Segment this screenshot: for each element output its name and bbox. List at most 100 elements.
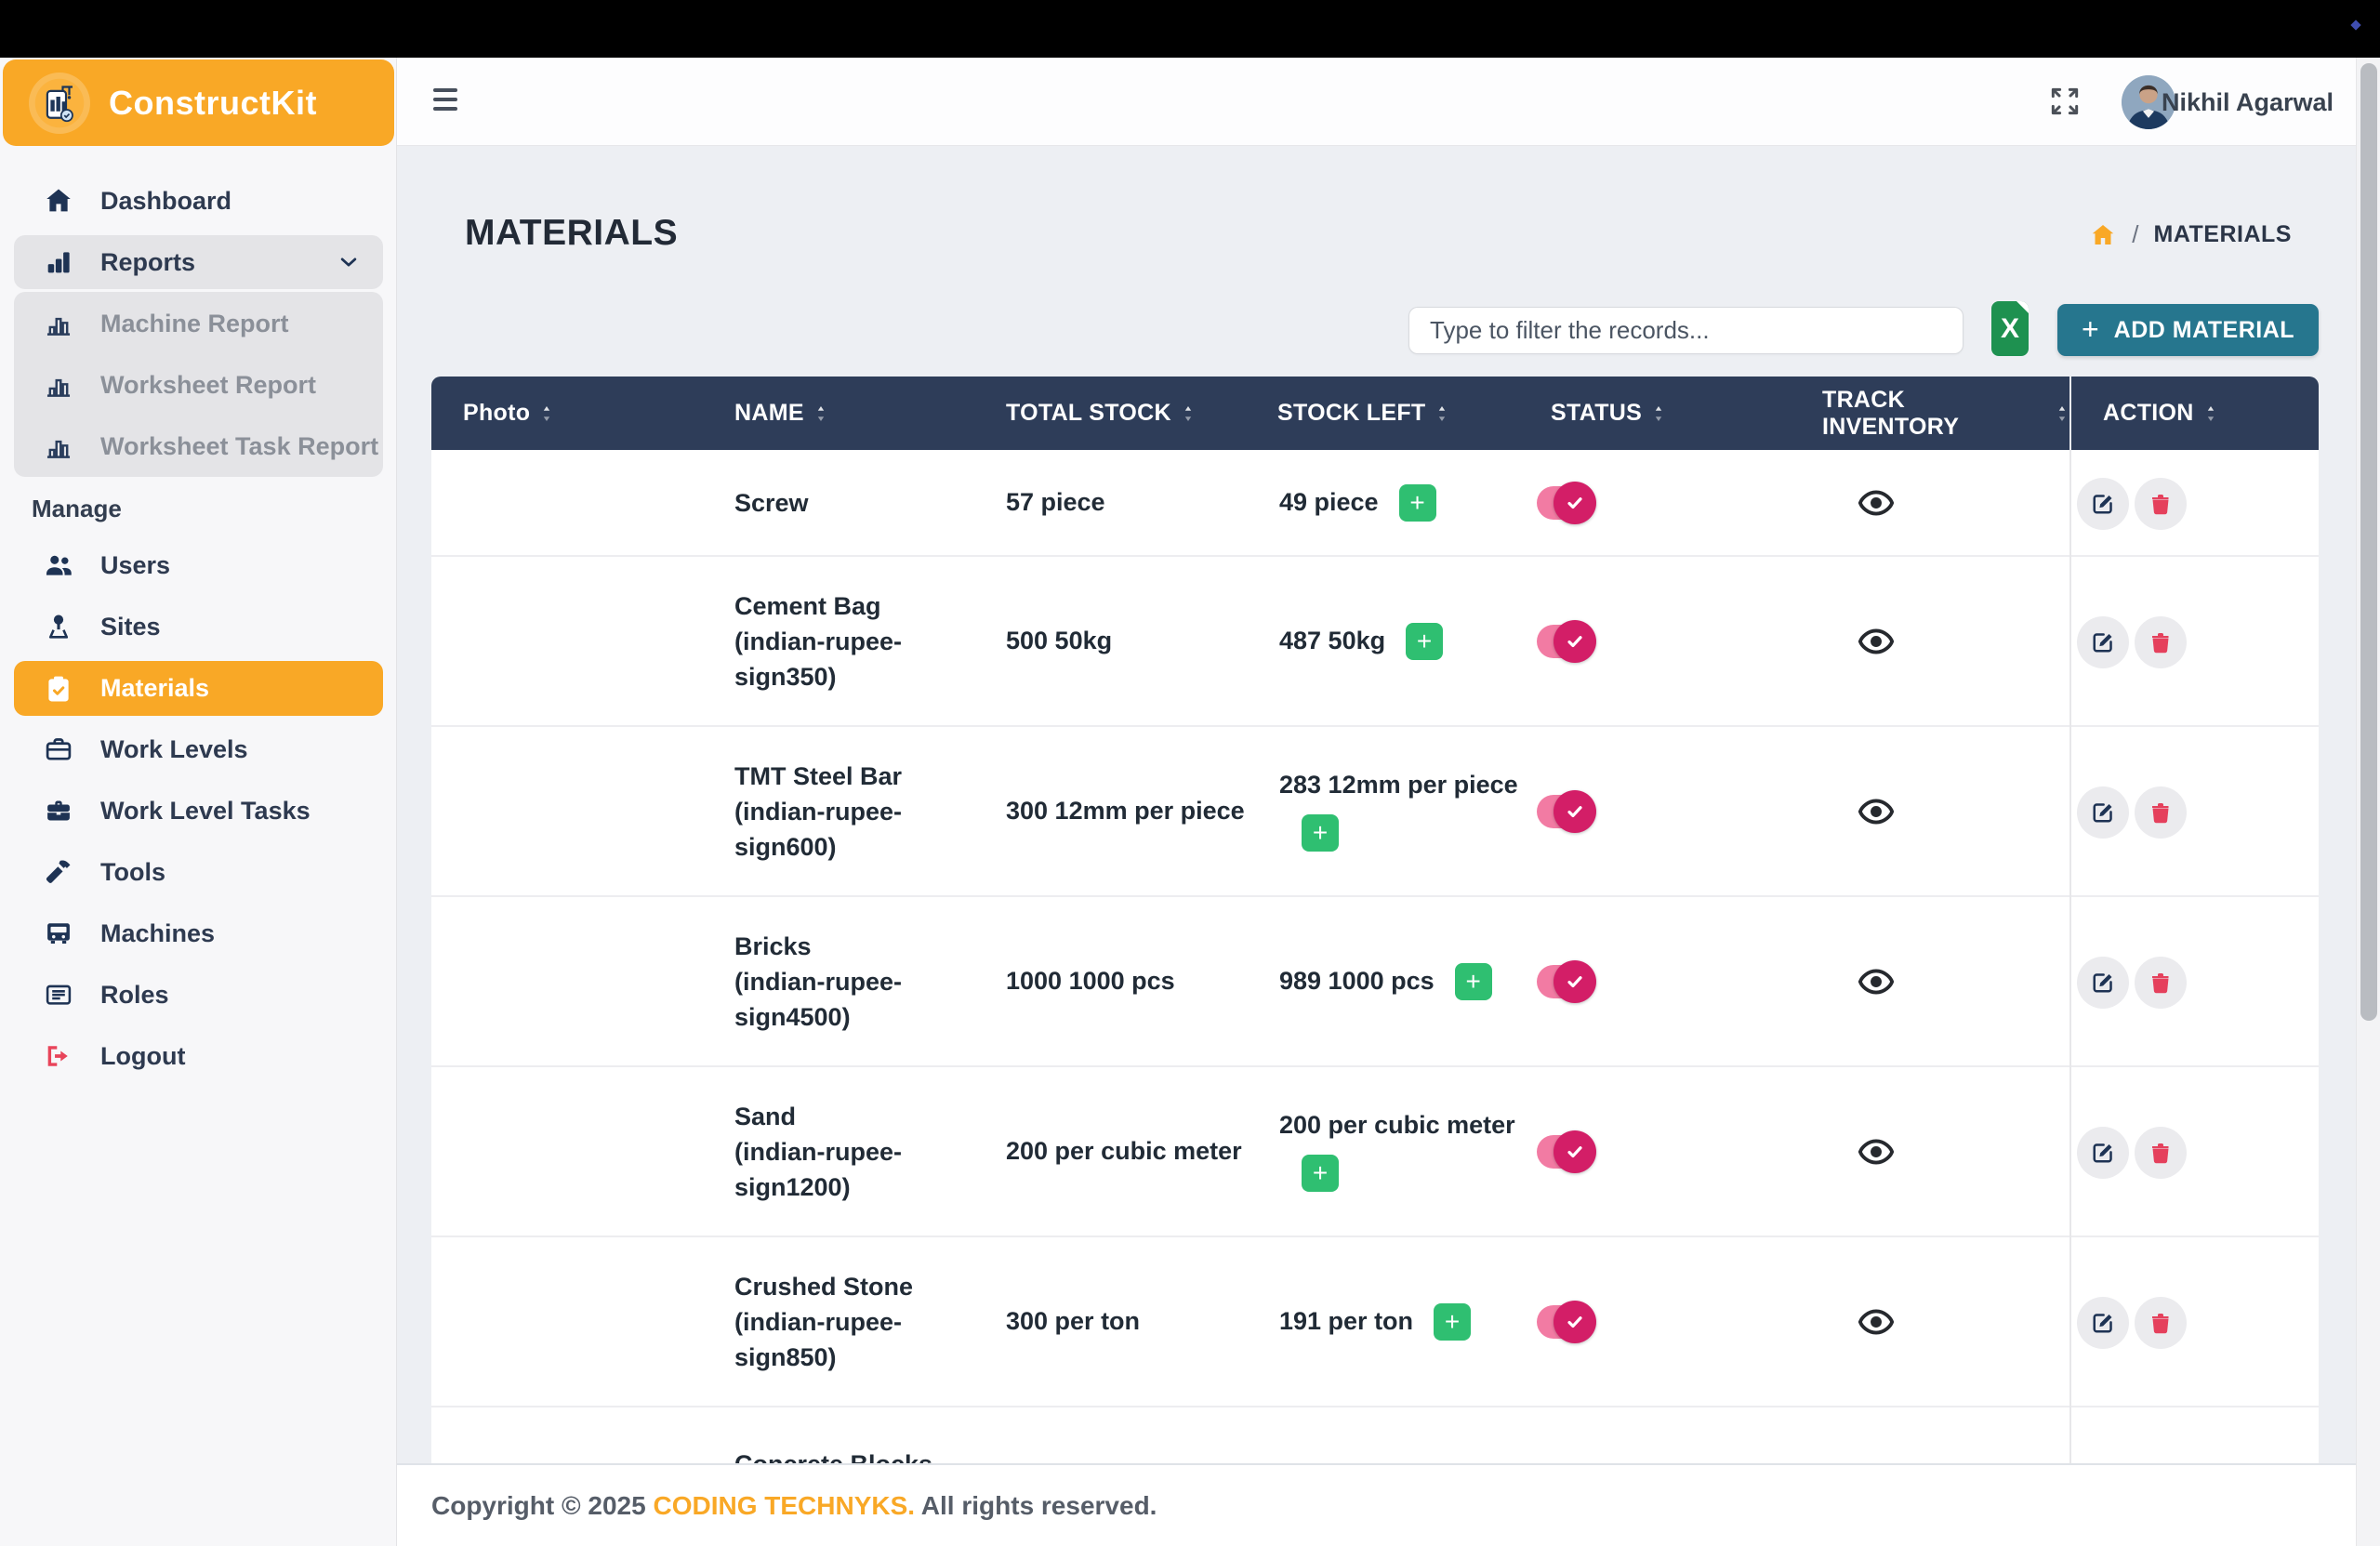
total-stock: 500 50kg	[1006, 627, 1113, 654]
table-row: Bricks (indian-rupee-sign4500) 1000 1000 p…	[431, 897, 2319, 1067]
increase-stock-button[interactable]: +	[1302, 814, 1339, 852]
filter-input[interactable]	[1408, 307, 1964, 354]
eye-icon[interactable]	[1857, 483, 1896, 522]
sort-icon	[539, 402, 554, 426]
column-header-name[interactable]: NAME	[703, 377, 974, 450]
list-icon	[43, 979, 74, 1011]
logout-icon	[43, 1040, 74, 1072]
increase-stock-button[interactable]: +	[1302, 1155, 1339, 1192]
eye-icon[interactable]	[1857, 622, 1896, 661]
home-icon[interactable]	[2089, 221, 2117, 249]
sidebar-section-label: Manage	[32, 494, 122, 522]
status-toggle[interactable]	[1537, 1130, 1596, 1173]
status-cell	[1537, 557, 1596, 725]
edit-button[interactable]	[2077, 1126, 2129, 1179]
column-header-label: ACTION	[2103, 400, 2194, 426]
stock-left: 487 50kg +	[1279, 557, 1444, 725]
expand-icon[interactable]	[2047, 84, 2084, 121]
status-toggle[interactable]	[1537, 959, 1596, 1003]
sidebar-item-roles[interactable]: Roles	[0, 964, 397, 1025]
sidebar-item-label: Users	[100, 550, 171, 579]
briefcase-filled-icon	[43, 795, 74, 826]
sidebar-item-machines[interactable]: Machines	[0, 903, 397, 964]
status-toggle[interactable]	[1537, 481, 1596, 524]
status-toggle[interactable]	[1537, 619, 1596, 663]
delete-button[interactable]	[2135, 1126, 2187, 1179]
sidebar-item-label: Worksheet Task Report	[100, 431, 379, 460]
delete-button[interactable]	[2135, 1296, 2187, 1349]
hamburger-icon[interactable]	[433, 88, 470, 114]
delete-button[interactable]	[2135, 956, 2187, 1009]
user-name[interactable]: Nikhil Agarwal	[2162, 88, 2334, 117]
increase-stock-button[interactable]: +	[1406, 622, 1444, 660]
sidebar-item-work-levels[interactable]: Work Levels	[0, 719, 397, 780]
delete-button[interactable]	[2135, 477, 2187, 530]
column-header-total-stock[interactable]: TOTAL STOCK	[974, 377, 1246, 450]
sort-icon	[1181, 402, 1196, 426]
app-logo[interactable]: ConstructKit	[3, 59, 394, 146]
export-excel-button[interactable]: X	[1991, 301, 2029, 356]
truck-icon	[43, 918, 74, 949]
sidebar-item-work-level-tasks[interactable]: Work Level Tasks	[0, 780, 397, 841]
sidebar-item-worksheet-task-report[interactable]: Worksheet Task Report	[14, 416, 383, 477]
material-name: Concrete Blocks	[734, 1407, 932, 1463]
sidebar-item-label: Machines	[100, 918, 216, 947]
clipboard-check-icon	[43, 673, 74, 705]
increase-stock-button[interactable]: +	[1454, 962, 1492, 1000]
breadcrumb-current: MATERIALS	[2153, 221, 2292, 247]
page-title: MATERIALS	[465, 213, 679, 253]
status-cell	[1537, 897, 1596, 1065]
column-header-action[interactable]: ACTION	[2069, 377, 2319, 450]
total-stock: 57 piece	[1006, 488, 1105, 516]
sidebar-item-logout[interactable]: Logout	[0, 1025, 397, 1087]
brand-name: ConstructKit	[109, 83, 317, 122]
sidebar-item-reports[interactable]: Reports	[14, 235, 383, 289]
sidebar-item-dashboard[interactable]: Dashboard	[0, 170, 397, 231]
edit-button[interactable]	[2077, 477, 2129, 530]
column-header-label: NAME	[734, 400, 804, 426]
sidebar-item-materials[interactable]: Materials	[14, 661, 383, 716]
column-header-label: STATUS	[1551, 400, 1643, 426]
total-stock: 300 per ton	[1006, 1307, 1141, 1335]
eye-icon[interactable]	[1857, 792, 1896, 831]
map-pin-icon	[43, 611, 74, 642]
delete-button[interactable]	[2135, 786, 2187, 839]
eye-icon[interactable]	[1857, 1302, 1896, 1341]
edit-button[interactable]	[2077, 956, 2129, 1009]
sidebar-item-users[interactable]: Users	[0, 535, 397, 596]
track-inventory-cell	[1857, 727, 1896, 895]
sidebar-item-sites[interactable]: Sites	[0, 596, 397, 657]
sidebar-item-worksheet-report[interactable]: Worksheet Report	[14, 354, 383, 416]
table-row: Cement Bag (indian-rupee-sign350) 500 50kg…	[431, 557, 2319, 727]
column-header-label: Photo	[463, 400, 531, 426]
eye-icon[interactable]	[1857, 962, 1896, 1001]
increase-stock-button[interactable]: +	[1398, 483, 1436, 522]
increase-stock-button[interactable]: +	[1434, 1302, 1472, 1341]
sort-icon	[1651, 402, 1666, 426]
add-material-button[interactable]: + ADD MATERIAL	[2057, 304, 2319, 356]
eye-icon[interactable]	[1857, 1132, 1896, 1171]
status-toggle[interactable]	[1537, 789, 1596, 833]
table-body: Screw 57 piece 49 piece + Cement Bag (indian-…	[431, 450, 2319, 1463]
scrollbar-track[interactable]	[2356, 58, 2380, 1546]
briefcase-icon	[43, 733, 74, 765]
sidebar-item-machine-report[interactable]: Machine Report	[14, 293, 383, 354]
column-header-status[interactable]: STATUS	[1519, 377, 1791, 450]
status-toggle[interactable]	[1537, 1300, 1596, 1343]
delete-button[interactable]	[2135, 615, 2187, 668]
column-header-stock-left[interactable]: STOCK LEFT	[1246, 377, 1519, 450]
column-header-track-inventory[interactable]: TRACK INVENTORY	[1791, 377, 2069, 450]
total-stock: 1000 1000 pcs	[1006, 967, 1175, 995]
sidebar-item-tools[interactable]: Tools	[0, 841, 397, 903]
edit-button[interactable]	[2077, 786, 2129, 839]
scrollbar-thumb[interactable]	[2360, 63, 2377, 1021]
edit-button[interactable]	[2077, 1296, 2129, 1349]
footer-brand-link[interactable]: CODING TECHNYKS.	[653, 1491, 915, 1520]
stock-left-value: 283 12mm per piece	[1279, 771, 1518, 799]
column-header-photo[interactable]: Photo	[431, 377, 703, 450]
stock-left-group: 191 per ton +	[1279, 1302, 1472, 1341]
edit-button[interactable]	[2077, 615, 2129, 668]
breadcrumb-separator: /	[2132, 220, 2139, 248]
table-row: Sand (indian-rupee-sign1200) 200 per cubic…	[431, 1067, 2319, 1237]
check-icon	[1554, 619, 1596, 663]
